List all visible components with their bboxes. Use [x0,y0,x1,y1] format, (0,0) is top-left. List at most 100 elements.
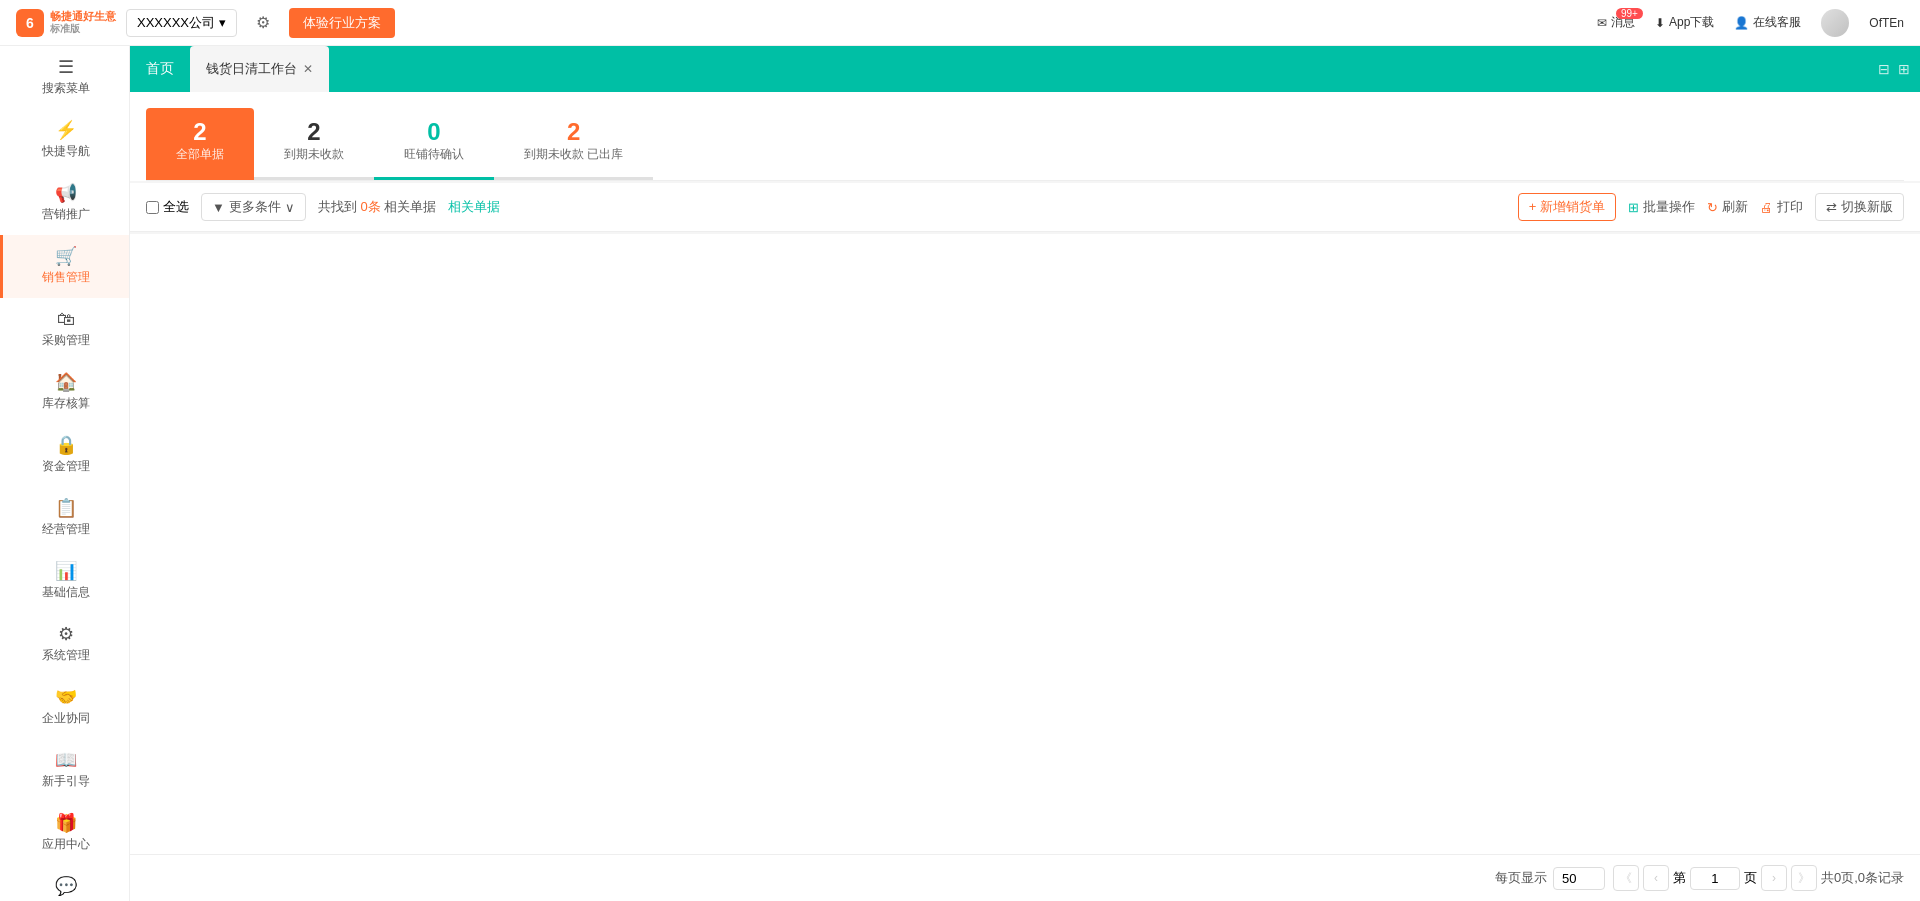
sidebar-item-sales[interactable]: 🛒 销售管理 [0,235,129,298]
sidebar: ☰ 搜索菜单 ⚡ 快捷导航 📢 营销推广 🛒 销售管理 🛍 采购管理 🏠 库存核… [0,46,130,901]
stat-label-overdue: 到期未收款 [284,146,344,163]
stats-section: 2 全部单据 2 到期未收款 0 旺铺待确认 2 [130,92,1920,181]
company-selector[interactable]: XXXXXX公司 ▾ [126,9,237,37]
company-name: XXXXXX公司 [137,14,215,32]
dropdown-icon: ∨ [285,200,295,215]
user-name: OfTEn [1869,16,1904,30]
switch-version-button[interactable]: ⇄ 切换新版 [1815,193,1904,221]
prev-page-button[interactable]: ‹ [1643,865,1669,891]
sidebar-item-operations[interactable]: 📋 经营管理 [0,487,129,550]
basics-icon: 📊 [55,562,77,580]
settings-button[interactable]: ⚙ [247,7,279,39]
sidebar-item-basics[interactable]: 📊 基础信息 [0,550,129,613]
app-logo-icon: 6 [16,9,44,37]
batch-action-button[interactable]: ⊞ 批量操作 [1628,198,1695,216]
stat-tab-overdue[interactable]: 2 到期未收款 [254,108,374,180]
search-icon: ☰ [58,58,74,76]
chevron-down-icon: ▾ [219,15,226,30]
content-area: 首页 钱货日清工作台 ✕ ⊟ ⊞ 2 全部单据 [130,46,1920,901]
tab-expand-icon[interactable]: ⊞ [1898,61,1910,77]
page-input[interactable] [1690,867,1740,890]
page-label: 第 [1673,869,1686,887]
tab-bar: 首页 钱货日清工作台 ✕ ⊟ ⊞ [130,46,1920,92]
stat-label-shipped: 到期未收款 已出库 [524,146,623,163]
switch-icon: ⇄ [1826,200,1837,215]
app-download-button[interactable]: ⬇ App下载 [1655,14,1714,31]
sidebar-item-quicknav[interactable]: ⚡ 快捷导航 [0,109,129,172]
stat-tab-overdue-shipped[interactable]: 2 到期未收款 已出库 [494,108,653,180]
avatar[interactable] [1821,9,1849,37]
stat-count-overdue: 2 [307,118,320,146]
toolbar-right: + 新增销货单 ⊞ 批量操作 ↻ 刷新 🖨 打印 ⇄ [1518,193,1904,221]
pagination: 《 ‹ 第 页 › 》 共0页,0条记录 [1613,865,1904,891]
tab-bar-actions: ⊟ ⊞ [1878,61,1910,77]
sidebar-item-purchase[interactable]: 🛍 采购管理 [0,298,129,361]
wechat-icon: 💬 [55,877,77,895]
inventory-icon: 🏠 [55,373,77,391]
tab-minimize-icon[interactable]: ⊟ [1878,61,1890,77]
sidebar-item-enterprise[interactable]: 🤝 企业协同 [0,676,129,739]
sidebar-item-marketing[interactable]: 📢 营销推广 [0,172,129,235]
download-icon: ⬇ [1655,16,1665,30]
experience-button[interactable]: 体验行业方案 [289,8,395,38]
filter-button[interactable]: ▼ 更多条件 ∨ [201,193,306,221]
total-text: 共0页,0条记录 [1821,869,1904,887]
next-page-button[interactable]: › [1761,865,1787,891]
print-icon: 🖨 [1760,200,1773,215]
main-layout: ☰ 搜索菜单 ⚡ 快捷导航 📢 营销推广 🛒 销售管理 🛍 采购管理 🏠 库存核… [0,46,1920,901]
per-page-select[interactable]: 20 50 100 [1553,867,1605,890]
page-footer: 每页显示 20 50 100 《 ‹ 第 页 › 》 共0页,0条记录 [130,854,1920,901]
app-name-text: 畅捷通好生意 标准版 [50,10,116,35]
service-icon: 👤 [1734,16,1749,30]
header-left: 6 畅捷通好生意 标准版 XXXXXX公司 ▾ ⚙ 体验行业方案 [16,7,395,39]
stat-count-all: 2 [176,118,224,146]
operations-icon: 📋 [55,499,77,517]
select-all-input[interactable] [146,201,159,214]
logo-area: 6 畅捷通好生意 标准版 [16,9,116,37]
page-content: 2 全部单据 2 到期未收款 0 旺铺待确认 2 [130,92,1920,901]
filter-icon: ▼ [212,200,225,215]
sidebar-item-apps[interactable]: 🎁 应用中心 [0,802,129,865]
stat-count-wangpu: 0 [427,118,440,146]
print-button[interactable]: 🖨 打印 [1760,198,1803,216]
select-all-checkbox[interactable]: 全选 [146,198,189,216]
newbie-icon: 📖 [55,751,77,769]
purchase-icon: 🛍 [57,310,75,328]
refresh-icon: ↻ [1707,200,1718,215]
sidebar-item-newbie[interactable]: 📖 新手引导 [0,739,129,802]
message-button[interactable]: ✉ 消息 99+ [1597,14,1635,31]
found-count: 0条 [361,199,381,214]
table-area [130,234,1920,854]
sidebar-item-finance[interactable]: 🔒 资金管理 [0,424,129,487]
sidebar-item-system[interactable]: ⚙ 系统管理 [0,613,129,676]
marketing-icon: 📢 [55,184,77,202]
system-icon: ⚙ [58,625,74,643]
add-order-button[interactable]: + 新增销货单 [1518,193,1616,221]
first-page-button[interactable]: 《 [1613,865,1639,891]
stat-tab-all[interactable]: 2 全部单据 [146,108,254,180]
toolbar-left: 全选 ▼ 更多条件 ∨ 共找到 0条 相关单据 相关单据 [146,193,500,221]
tab-close-icon[interactable]: ✕ [303,62,313,76]
per-page-label: 每页显示 [1495,869,1547,887]
per-page-selector: 每页显示 20 50 100 [1495,867,1605,890]
top-header: 6 畅捷通好生意 标准版 XXXXXX公司 ▾ ⚙ 体验行业方案 ✉ 消息 99… [0,0,1920,46]
last-page-button[interactable]: 》 [1791,865,1817,891]
sidebar-item-wechat[interactable]: 💬 企业微信 [0,865,129,901]
page-suffix: 页 [1744,869,1757,887]
stats-tabs: 2 全部单据 2 到期未收款 0 旺铺待确认 2 [146,108,1904,181]
finance-icon: 🔒 [55,436,77,454]
message-badge: 99+ [1616,8,1643,19]
header-right: ✉ 消息 99+ ⬇ App下载 👤 在线客服 OfTEn [1597,9,1904,37]
tab-workbench[interactable]: 钱货日清工作台 ✕ [190,46,329,92]
refresh-button[interactable]: ↻ 刷新 [1707,198,1748,216]
online-service-button[interactable]: 👤 在线客服 [1734,14,1801,31]
apps-icon: 🎁 [55,814,77,832]
related-orders-link[interactable]: 相关单据 [448,198,500,216]
stat-label-wangpu: 旺铺待确认 [404,146,464,163]
sidebar-item-inventory[interactable]: 🏠 库存核算 [0,361,129,424]
stat-tab-wangpu[interactable]: 0 旺铺待确认 [374,108,494,180]
tab-home[interactable]: 首页 [130,46,190,92]
sidebar-item-search[interactable]: ☰ 搜索菜单 [0,46,129,109]
quicknav-icon: ⚡ [55,121,77,139]
batch-icon: ⊞ [1628,200,1639,215]
